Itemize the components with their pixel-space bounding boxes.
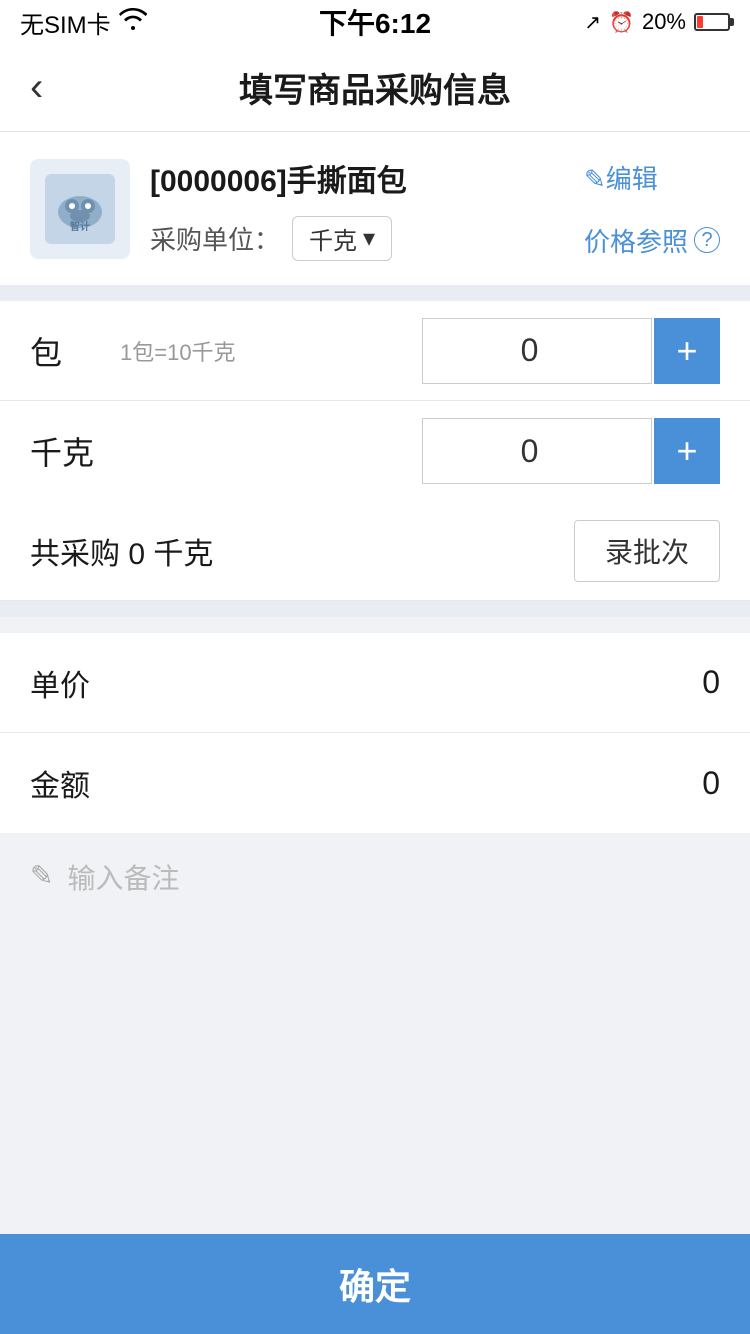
alarm-icon: ⏰ [609,10,634,35]
back-button[interactable]: ‹ [30,65,43,110]
notes-pencil-icon: ✎ [30,859,53,892]
kg-label: 千克 [30,428,110,474]
battery-icon [694,13,730,31]
input-section: 包 1包=10千克 + 千克 + [0,301,750,501]
unit-prefix-label: 采购单位： [150,220,280,257]
section-divider-2 [0,601,750,617]
nav-bar: ‹ 填写商品采购信息 [0,44,750,132]
summary-row: 共采购 0 千克 录批次 [0,501,750,601]
product-thumbnail: 智计 [30,159,130,259]
spacer [0,1073,750,1234]
price-ref-label: 价格参照 [584,222,688,259]
status-bar-left: 无SIM卡 [20,5,147,40]
amount-value: 0 [702,765,720,802]
product-name: [0000006]手撕面包 [150,156,564,200]
svg-text:智计: 智计 [70,220,90,232]
confirm-button[interactable]: 确定 [0,1234,750,1334]
pack-row: 包 1包=10千克 + [0,301,750,401]
batch-button[interactable]: 录批次 [574,520,720,582]
pack-input-group: + [422,318,720,384]
price-ref-help-icon: ? [694,227,720,253]
kg-input-group: + [422,418,720,484]
price-ref-button[interactable]: 价格参照 ? [584,222,720,259]
amount-label: 金额 [30,761,702,805]
product-logo: 智计 [45,174,115,244]
unit-select[interactable]: 千克 ▾ [292,216,392,261]
status-bar-right: ↗ ⏰ 20% [584,9,730,35]
amount-row: 金额 0 [0,733,750,833]
unit-price-row: 单价 0 [0,633,750,733]
unit-price-label: 单价 [30,661,702,705]
notes-placeholder-text: 输入备注 [67,857,179,897]
wifi-icon [119,8,147,37]
battery-pct-label: 20% [642,9,686,35]
unit-price-value: 0 [702,664,720,701]
kg-plus-button[interactable]: + [654,418,720,484]
carrier-label: 无SIM卡 [20,5,111,40]
kg-quantity-input[interactable] [422,418,652,484]
product-unit-row: 采购单位： 千克 ▾ [150,216,564,261]
page-title: 填写商品采购信息 [239,63,511,112]
pack-quantity-input[interactable] [422,318,652,384]
status-bar: 无SIM卡 下午6:12 ↗ ⏰ 20% [0,0,750,44]
product-info: [0000006]手撕面包 采购单位： 千克 ▾ [150,156,564,261]
pack-plus-button[interactable]: + [654,318,720,384]
product-right: ✎编辑 价格参照 ? [584,159,720,259]
pack-label: 包 [30,328,110,374]
notes-section[interactable]: ✎ 输入备注 [0,833,750,1073]
section-divider-1 [0,285,750,301]
pack-sublabel: 1包=10千克 [120,335,422,367]
edit-button[interactable]: ✎编辑 [584,159,658,196]
summary-text: 共采购 0 千克 [30,529,574,573]
product-card: 智计 [0000006]手撕面包 采购单位： 千克 ▾ ✎编辑 价格参照 ? [0,132,750,285]
location-icon: ↗ [584,10,601,35]
kg-row: 千克 + [0,401,750,501]
price-section: 单价 0 金额 0 [0,633,750,833]
unit-value: 千克 [309,221,357,256]
status-bar-time: 下午6:12 [319,2,431,42]
dropdown-arrow-icon: ▾ [363,224,375,253]
